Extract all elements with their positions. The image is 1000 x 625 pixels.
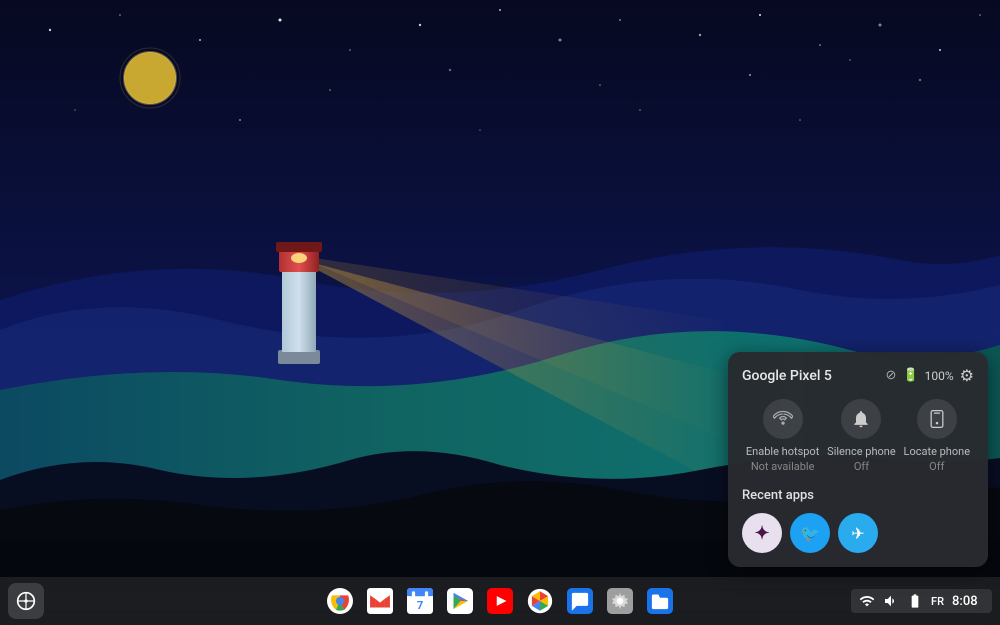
locate-label: Locate phoneOff — [904, 445, 971, 474]
taskbar-center: 7 — [322, 583, 678, 619]
device-name: Google Pixel 5 — [742, 368, 832, 384]
taskbar-calendar[interactable]: 7 — [402, 583, 438, 619]
taskbar-right: FR 8:08 — [851, 589, 992, 613]
silence-label: Silence phoneOff — [827, 445, 896, 474]
status-area[interactable]: FR 8:08 — [851, 589, 992, 613]
hotspot-label: Enable hotspotNot available — [746, 445, 819, 474]
taskbar-settings[interactable] — [602, 583, 638, 619]
battery-percent: 100% — [925, 369, 954, 383]
recent-app-twitter[interactable]: 🐦 — [790, 513, 830, 553]
taskbar-youtube[interactable] — [482, 583, 518, 619]
panel-header: Google Pixel 5 ⊘ 🔋 100% ⚙ — [742, 366, 974, 385]
language-indicator: FR — [931, 595, 944, 608]
no-signal-icon: ⊘ — [886, 368, 897, 383]
taskbar-play[interactable] — [442, 583, 478, 619]
volume-icon — [883, 593, 899, 609]
locate-icon-circle — [917, 399, 957, 439]
hotspot-action[interactable]: Enable hotspotNot available — [746, 399, 819, 474]
launcher-button[interactable] — [8, 583, 44, 619]
recent-apps-list: ✦ 🐦 ✈ — [742, 513, 974, 553]
svg-text:7: 7 — [417, 598, 424, 612]
battery-status-icon — [907, 593, 923, 609]
silence-action[interactable]: Silence phoneOff — [827, 399, 896, 474]
wifi-icon — [859, 593, 875, 609]
silence-icon-circle — [841, 399, 881, 439]
recent-apps-title: Recent apps — [742, 488, 974, 503]
taskbar-gmail[interactable] — [362, 583, 398, 619]
locate-action[interactable]: Locate phoneOff — [904, 399, 971, 474]
recent-app-telegram[interactable]: ✈ — [838, 513, 878, 553]
recent-app-slack[interactable]: ✦ — [742, 513, 782, 553]
settings-icon[interactable]: ⚙ — [960, 366, 974, 385]
clock: 8:08 — [952, 594, 984, 609]
panel-header-icons: ⊘ 🔋 100% ⚙ — [886, 366, 974, 385]
taskbar-photos[interactable] — [522, 583, 558, 619]
taskbar-files[interactable] — [642, 583, 678, 619]
battery-icon: 🔋 — [902, 368, 918, 383]
phone-panel: Google Pixel 5 ⊘ 🔋 100% ⚙ Enable hotspot… — [728, 352, 988, 567]
taskbar-messages[interactable] — [562, 583, 598, 619]
taskbar-chrome[interactable] — [322, 583, 358, 619]
taskbar-left — [8, 583, 44, 619]
taskbar: 7 — [0, 577, 1000, 625]
hotspot-icon-circle — [763, 399, 803, 439]
panel-actions: Enable hotspotNot available Silence phon… — [742, 399, 974, 474]
